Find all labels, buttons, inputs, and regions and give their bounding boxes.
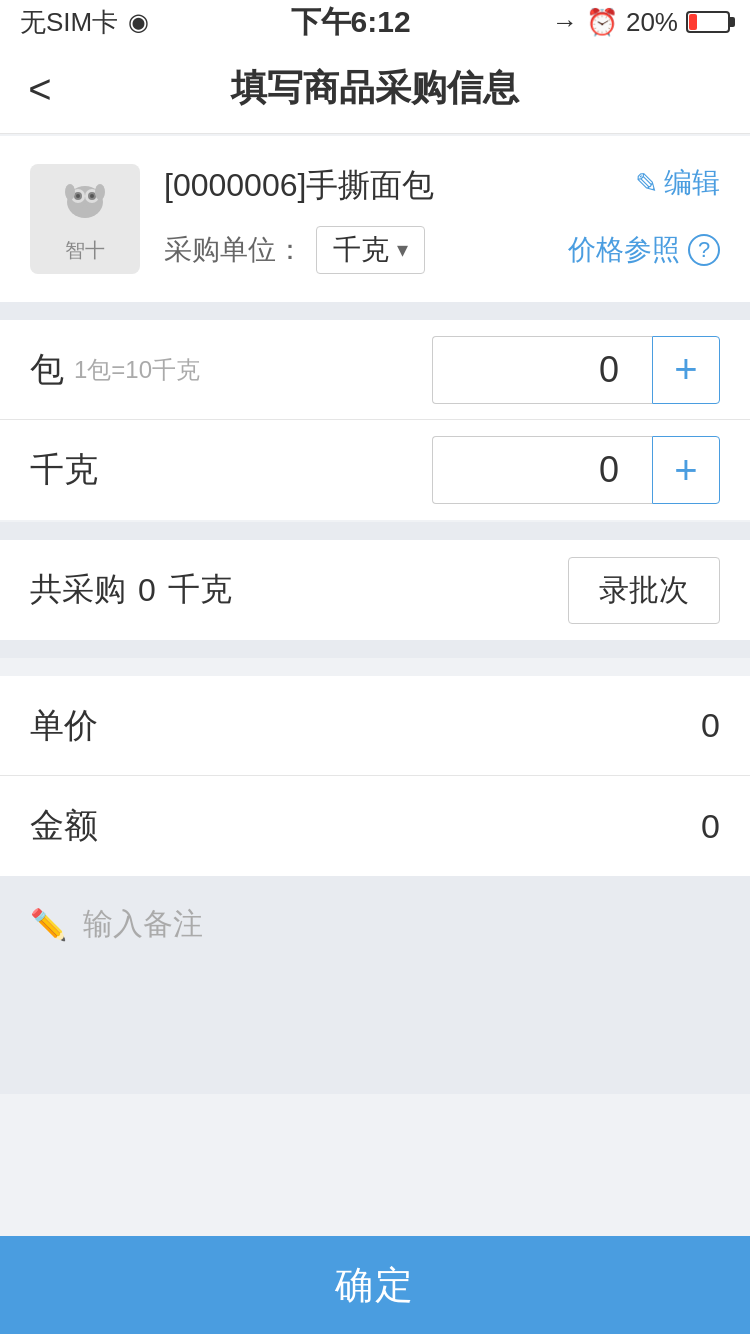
product-card: 智十 [0000006]手撕面包 ✎ 编辑 采购单位： 千克 ▾ 价格参照 ?	[0, 136, 750, 302]
price-ref-label: 价格参照	[568, 231, 680, 269]
page-title: 填写商品采购信息	[231, 64, 519, 113]
edit-icon: ✎	[635, 167, 658, 200]
carrier-text: 无SIM卡	[20, 5, 118, 40]
bao-sub-label: 1包=10千克	[74, 354, 200, 386]
kg-label: 千克	[30, 447, 98, 493]
status-time: 下午6:12	[291, 2, 411, 43]
input-section: 包 1包=10千克 + 千克 +	[0, 320, 750, 520]
alarm-icon: ⏰	[586, 7, 618, 38]
total-unit: 千克	[168, 568, 232, 612]
amount-value: 0	[701, 807, 720, 846]
back-button[interactable]: <	[0, 44, 80, 134]
unit-row: 采购单位： 千克 ▾	[164, 226, 425, 274]
total-section: 共采购 0 千克 录批次	[0, 522, 750, 658]
bao-input-right: +	[432, 336, 720, 404]
remark-input-row: ✏️ 输入备注	[30, 904, 720, 945]
battery-icon	[686, 11, 730, 33]
price-detail-section: 单价 0 金额 0	[0, 676, 750, 876]
kg-quantity-input[interactable]	[432, 436, 652, 504]
battery-percent: 20%	[626, 7, 678, 38]
status-right: → ⏰ 20%	[552, 7, 730, 38]
unit-price-label: 单价	[30, 703, 98, 749]
unit-label: 采购单位：	[164, 231, 304, 269]
confirm-label: 确定	[335, 1260, 415, 1311]
edit-label: 编辑	[664, 164, 720, 202]
record-batch-label: 录批次	[599, 573, 689, 606]
bottom-spacer	[0, 996, 750, 1094]
remark-placeholder: 输入备注	[83, 904, 203, 945]
product-logo-icon	[60, 174, 110, 233]
unit-dropdown-icon: ▾	[397, 237, 408, 263]
bao-input-row: 包 1包=10千克 +	[0, 320, 750, 420]
section-divider-3	[0, 640, 750, 658]
unit-price-value: 0	[701, 706, 720, 745]
confirm-button[interactable]: 确定	[0, 1236, 750, 1334]
svg-point-6	[90, 194, 94, 198]
edit-button[interactable]: ✎ 编辑	[635, 164, 720, 202]
svg-point-8	[65, 184, 75, 200]
record-batch-button[interactable]: 录批次	[568, 557, 720, 624]
wifi-icon: ◉️	[128, 8, 149, 36]
price-ref-info-icon: ?	[688, 234, 720, 266]
remark-section[interactable]: ✏️ 输入备注	[0, 876, 750, 996]
section-divider-2	[0, 522, 750, 540]
pencil-icon: ✏️	[30, 907, 67, 942]
kg-input-row: 千克 +	[0, 420, 750, 520]
product-thumbnail: 智十	[30, 164, 140, 274]
back-arrow-icon: <	[28, 69, 51, 109]
nav-bar: < 填写商品采购信息	[0, 44, 750, 134]
location-icon: →	[552, 7, 578, 38]
brand-label: 智十	[65, 237, 105, 264]
section-divider-1	[0, 302, 750, 320]
total-amount: 0	[138, 572, 156, 609]
price-ref-button[interactable]: 价格参照 ?	[568, 231, 720, 269]
total-label: 共采购	[30, 568, 126, 612]
kg-input-right: +	[432, 436, 720, 504]
product-info: [0000006]手撕面包 ✎ 编辑 采购单位： 千克 ▾ 价格参照 ?	[164, 164, 720, 274]
svg-point-9	[95, 184, 105, 200]
svg-point-5	[76, 194, 80, 198]
bao-quantity-input[interactable]	[432, 336, 652, 404]
unit-price-row: 单价 0	[0, 676, 750, 776]
amount-label: 金额	[30, 803, 98, 849]
status-left: 无SIM卡 ◉️	[20, 5, 149, 40]
bao-label: 包	[30, 347, 64, 393]
bao-plus-button[interactable]: +	[652, 336, 720, 404]
kg-plus-button[interactable]: +	[652, 436, 720, 504]
unit-value: 千克	[333, 231, 389, 269]
total-row: 共采购 0 千克 录批次	[0, 540, 750, 640]
status-bar: 无SIM卡 ◉️ 下午6:12 → ⏰ 20%	[0, 0, 750, 44]
amount-row: 金额 0	[0, 776, 750, 876]
product-name: [0000006]手撕面包	[164, 164, 434, 208]
unit-select[interactable]: 千克 ▾	[316, 226, 425, 274]
